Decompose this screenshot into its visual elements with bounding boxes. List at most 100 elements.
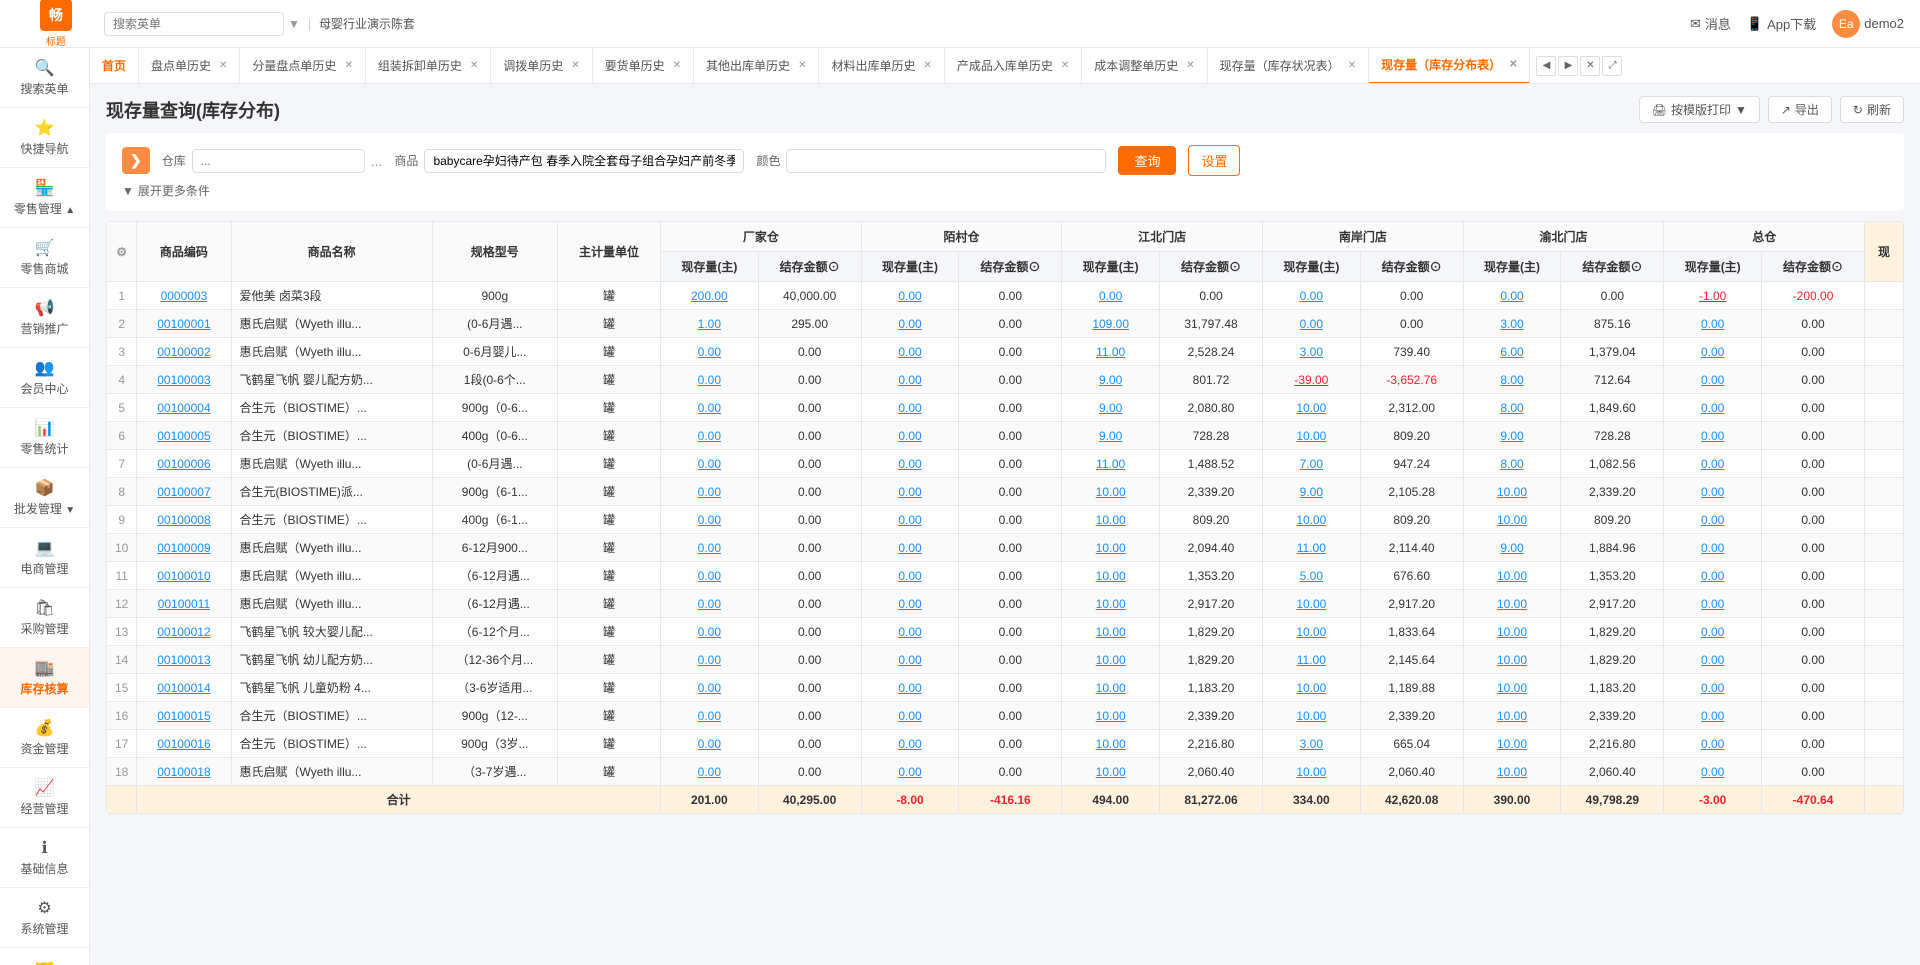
row-jb-qty[interactable]: 0.00 (1062, 282, 1160, 310)
row-total-qty[interactable]: 0.00 (1664, 758, 1762, 786)
row-code[interactable]: 00100003 (137, 366, 231, 394)
close-icon[interactable]: ✕ (344, 60, 352, 71)
row-code[interactable]: 00100001 (137, 310, 231, 338)
row-f-qty[interactable]: 0.00 (661, 702, 759, 730)
sidebar-item-mall[interactable]: 🛒零售商城 (0, 228, 89, 288)
row-m-qty[interactable]: 0.00 (861, 534, 959, 562)
sidebar-item-basic[interactable]: ℹ基础信息 (0, 828, 89, 888)
row-f-qty[interactable]: 0.00 (661, 422, 759, 450)
row-total-qty[interactable]: 0.00 (1664, 478, 1762, 506)
row-na-qty[interactable]: 0.00 (1263, 310, 1361, 338)
row-yb-qty[interactable]: 9.00 (1463, 534, 1561, 562)
query-btn[interactable]: 查询 (1118, 146, 1176, 175)
row-na-qty[interactable]: 3.00 (1263, 730, 1361, 758)
row-yb-qty[interactable]: 10.00 (1463, 506, 1561, 534)
row-f-qty[interactable]: 0.00 (661, 590, 759, 618)
row-total-qty[interactable]: 0.00 (1664, 338, 1762, 366)
sidebar-item-search[interactable]: 🔍搜索英单 (0, 48, 89, 108)
row-code[interactable]: 00100013 (137, 646, 231, 674)
row-f-qty[interactable]: 0.00 (661, 478, 759, 506)
row-yb-qty[interactable]: 0.00 (1463, 282, 1561, 310)
row-na-qty[interactable]: 10.00 (1263, 422, 1361, 450)
row-m-qty[interactable]: 0.00 (861, 674, 959, 702)
row-total-qty[interactable]: 0.00 (1664, 394, 1762, 422)
row-code[interactable]: 00100006 (137, 450, 231, 478)
row-na-qty[interactable]: 10.00 (1263, 506, 1361, 534)
row-yb-qty[interactable]: 9.00 (1463, 422, 1561, 450)
row-f-qty[interactable]: 200.00 (661, 282, 759, 310)
row-total-qty[interactable]: 0.00 (1664, 450, 1762, 478)
close-icon[interactable]: ✕ (571, 60, 579, 71)
sidebar-item-system[interactable]: ⚙系统管理 (0, 888, 89, 948)
row-jb-qty[interactable]: 10.00 (1062, 478, 1160, 506)
sidebar-item-finance[interactable]: 💰资金管理 (0, 708, 89, 768)
row-total-qty[interactable]: 0.00 (1664, 534, 1762, 562)
row-yb-qty[interactable]: 10.00 (1463, 758, 1561, 786)
row-m-qty[interactable]: 0.00 (861, 282, 959, 310)
close-icon[interactable]: ✕ (1348, 60, 1356, 71)
row-na-qty[interactable]: 11.00 (1263, 646, 1361, 674)
tab-inventory-check[interactable]: 盘点单历史✕ (139, 48, 240, 84)
row-code[interactable]: 00100005 (137, 422, 231, 450)
row-f-qty[interactable]: 0.00 (661, 562, 759, 590)
row-yb-qty[interactable]: 8.00 (1463, 366, 1561, 394)
tab-material-out[interactable]: 材料出库单历史✕ (819, 48, 944, 84)
row-f-qty[interactable]: 0.00 (661, 450, 759, 478)
sidebar-item-ecommerce[interactable]: 💻电商管理 (0, 528, 89, 588)
close-icon[interactable]: ✕ (470, 60, 478, 71)
row-jb-qty[interactable]: 10.00 (1062, 758, 1160, 786)
row-code[interactable]: 00100015 (137, 702, 231, 730)
row-jb-qty[interactable]: 10.00 (1062, 590, 1160, 618)
tab-next-btn[interactable]: ▶ (1558, 56, 1578, 76)
close-icon[interactable]: ✕ (923, 60, 931, 71)
row-jb-qty[interactable]: 11.00 (1062, 338, 1160, 366)
row-m-qty[interactable]: 0.00 (861, 506, 959, 534)
row-yb-qty[interactable]: 10.00 (1463, 478, 1561, 506)
row-m-qty[interactable]: 0.00 (861, 730, 959, 758)
close-icon[interactable]: ✕ (1509, 59, 1517, 70)
row-total-qty[interactable]: 0.00 (1664, 730, 1762, 758)
tab-product-in[interactable]: 产成品入库单历史✕ (945, 48, 1082, 84)
row-m-qty[interactable]: 0.00 (861, 450, 959, 478)
tab-more-btn[interactable]: ⤢ (1602, 56, 1622, 76)
row-na-qty[interactable]: 10.00 (1263, 590, 1361, 618)
row-f-qty[interactable]: 0.00 (661, 394, 759, 422)
row-na-qty[interactable]: -39.00 (1263, 366, 1361, 394)
sidebar-item-retail[interactable]: 🏪零售管理 ▲ (0, 168, 89, 228)
row-code[interactable]: 00100018 (137, 758, 231, 786)
app-download-btn[interactable]: 📱 App下载 (1747, 14, 1816, 33)
sidebar-item-collab[interactable]: 🤝企业协同 (0, 948, 89, 965)
row-m-qty[interactable]: 0.00 (861, 338, 959, 366)
row-jb-qty[interactable]: 9.00 (1062, 394, 1160, 422)
row-code[interactable]: 0000003 (137, 282, 231, 310)
row-f-qty[interactable]: 0.00 (661, 338, 759, 366)
tab-assembly[interactable]: 组装拆卸单历史✕ (366, 48, 491, 84)
row-yb-qty[interactable]: 10.00 (1463, 702, 1561, 730)
tab-cost-adjust[interactable]: 成本调整单历史✕ (1082, 48, 1207, 84)
row-na-qty[interactable]: 10.00 (1263, 702, 1361, 730)
sidebar-item-stats[interactable]: 📊零售统计 (0, 408, 89, 468)
filter-expand[interactable]: ▼ 展开更多条件 (122, 182, 1888, 199)
row-jb-qty[interactable]: 109.00 (1062, 310, 1160, 338)
row-m-qty[interactable]: 0.00 (861, 422, 959, 450)
goods-input[interactable] (424, 149, 744, 173)
row-f-qty[interactable]: 0.00 (661, 534, 759, 562)
row-yb-qty[interactable]: 10.00 (1463, 562, 1561, 590)
sidebar-item-inventory[interactable]: 🏬库存核算 (0, 648, 89, 708)
tab-transfer[interactable]: 调拨单历史✕ (491, 48, 592, 84)
filter-toggle-btn[interactable]: ❯ (122, 147, 150, 174)
row-jb-qty[interactable]: 10.00 (1062, 506, 1160, 534)
message-btn[interactable]: ✉ 消息 (1690, 14, 1731, 33)
close-icon[interactable]: ✕ (673, 60, 681, 71)
row-jb-qty[interactable]: 10.00 (1062, 730, 1160, 758)
row-m-qty[interactable]: 0.00 (861, 478, 959, 506)
row-f-qty[interactable]: 1.00 (661, 310, 759, 338)
sidebar-item-marketing[interactable]: 📢营销推广 (0, 288, 89, 348)
row-m-qty[interactable]: 0.00 (861, 758, 959, 786)
close-icon[interactable]: ✕ (1186, 60, 1194, 71)
row-jb-qty[interactable]: 10.00 (1062, 674, 1160, 702)
row-jb-qty[interactable]: 10.00 (1062, 646, 1160, 674)
row-total-qty[interactable]: 0.00 (1664, 562, 1762, 590)
row-m-qty[interactable]: 0.00 (861, 702, 959, 730)
row-f-qty[interactable]: 0.00 (661, 730, 759, 758)
